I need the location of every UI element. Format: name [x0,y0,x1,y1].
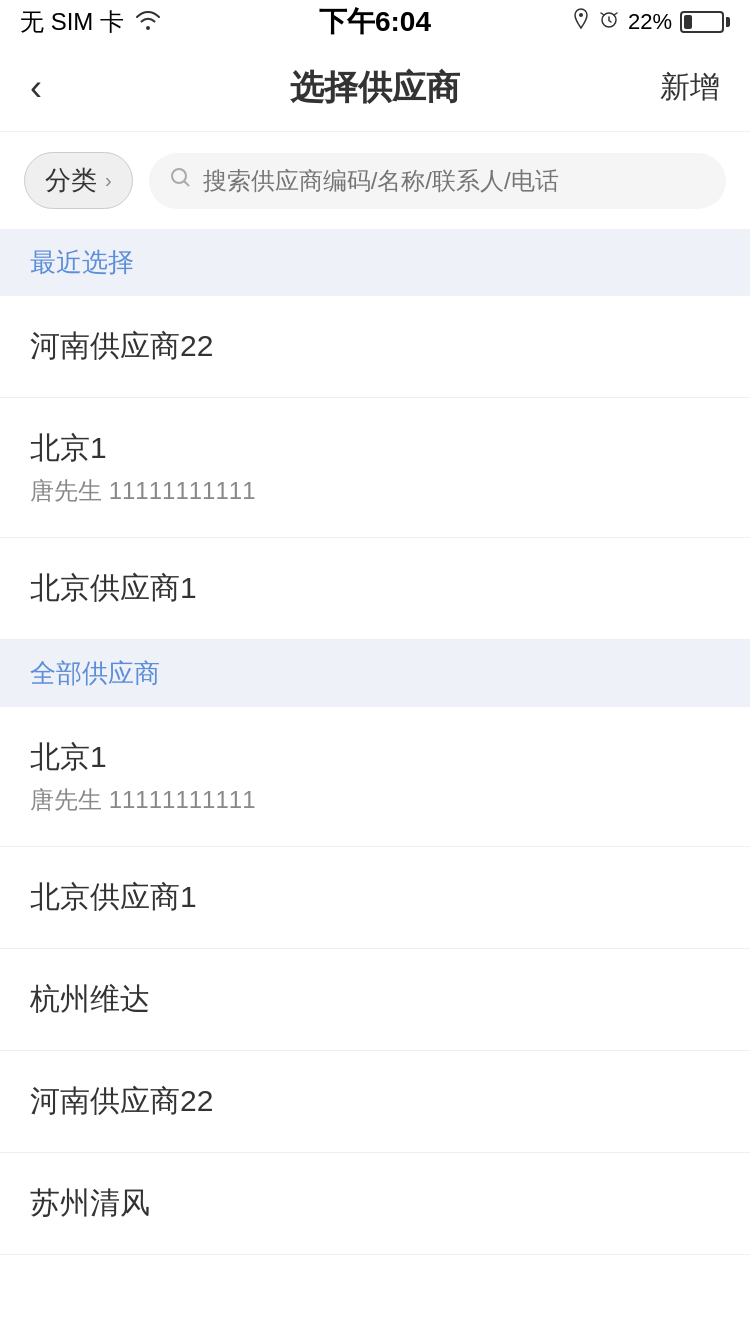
all-list-item[interactable]: 北京供应商1 [0,847,750,949]
battery-percentage: 22% [628,9,672,35]
all-list-item[interactable]: 杭州维达 [0,949,750,1051]
all-section-header: 全部供应商 [0,640,750,707]
recent-list: 河南供应商22 北京1 唐先生 11111111111 北京供应商1 [0,296,750,640]
search-icon [169,165,193,197]
item-name: 北京供应商1 [30,568,720,609]
svg-point-0 [579,13,583,17]
location-icon [572,8,590,36]
all-list: 北京1 唐先生 11111111111 北京供应商1 杭州维达河南供应商22 苏州清风 [0,707,750,1255]
alarm-icon [598,8,620,36]
all-list-item[interactable]: 河南供应商22 [0,1051,750,1153]
status-bar: 无 SIM 卡 下午6:04 22% [0,0,750,44]
item-name: 河南供应商22 [30,326,720,367]
item-name: 北京供应商1 [30,877,720,918]
item-contact: 唐先生 11111111111 [30,784,720,816]
item-name: 苏州清风 [30,1183,720,1224]
category-label: 分类 [45,163,97,198]
status-left: 无 SIM 卡 [20,6,162,38]
wifi-icon [134,8,162,36]
all-list-item[interactable]: 苏州清风 [0,1153,750,1255]
page-title: 选择供应商 [290,65,460,111]
item-contact: 唐先生 11111111111 [30,475,720,507]
status-right: 22% [572,8,730,36]
recent-section-header: 最近选择 [0,229,750,296]
recent-section-label: 最近选择 [30,247,134,277]
search-box [149,153,726,209]
item-name: 河南供应商22 [30,1081,720,1122]
recent-list-item[interactable]: 河南供应商22 [0,296,750,398]
item-name: 杭州维达 [30,979,720,1020]
item-name: 北京1 [30,737,720,778]
back-button[interactable]: ‹ [30,67,90,109]
recent-list-item[interactable]: 北京供应商1 [0,538,750,640]
all-section-label: 全部供应商 [30,658,160,688]
search-input[interactable] [203,167,706,195]
nav-bar: ‹ 选择供应商 新增 [0,44,750,132]
category-button[interactable]: 分类 › [24,152,133,209]
filter-bar: 分类 › [0,132,750,229]
all-list-item[interactable]: 北京1 唐先生 11111111111 [0,707,750,847]
item-name: 北京1 [30,428,720,469]
carrier-text: 无 SIM 卡 [20,6,124,38]
battery-icon [680,11,730,33]
recent-list-item[interactable]: 北京1 唐先生 11111111111 [0,398,750,538]
chevron-right-icon: › [105,169,112,192]
status-time: 下午6:04 [319,3,431,41]
add-button[interactable]: 新增 [660,67,720,108]
